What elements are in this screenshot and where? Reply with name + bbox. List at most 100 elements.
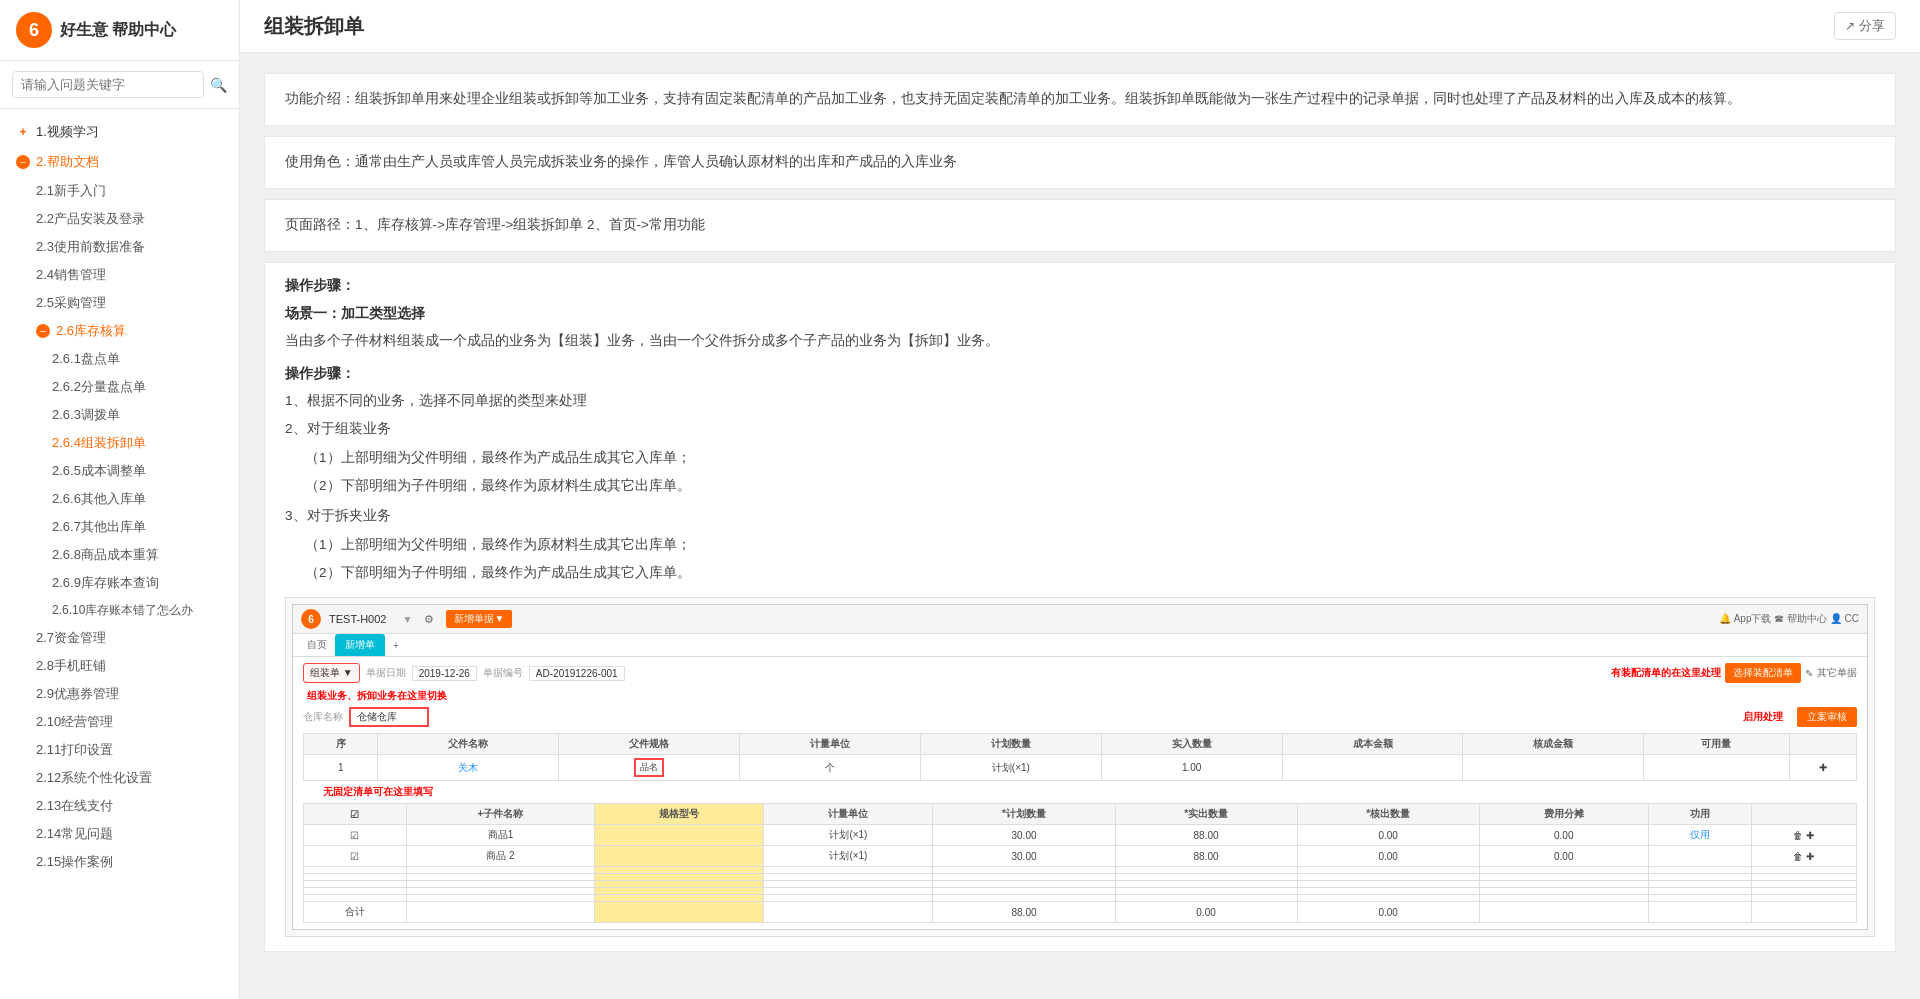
sim-lower-th-check: ☑ bbox=[304, 804, 407, 825]
sidebar-item-2-12[interactable]: 2.12系统个性化设置 bbox=[0, 764, 239, 792]
sidebar-item-2-3[interactable]: 2.3使用前数据准备 bbox=[0, 233, 239, 261]
sim-lower-th-qty1: *计划数量 bbox=[933, 804, 1115, 825]
sim-lower-table: ☑ +子件名称 规格型号 计量单位 *计划数量 *实出数量 *核出数量 费用分摊… bbox=[303, 803, 1857, 923]
sidebar-header: 6 好生意 帮助中心 bbox=[0, 0, 239, 61]
sim-th-parent-name: 父件名称 bbox=[378, 734, 559, 755]
sidebar-item-2[interactable]: − 2.帮助文档 bbox=[0, 147, 239, 177]
sidebar-item-2-7[interactable]: 2.7资金管理 bbox=[0, 624, 239, 652]
sim-lower-row-5 bbox=[304, 881, 1857, 888]
sim-lower-row-6 bbox=[304, 888, 1857, 895]
sidebar-item-2-6-7[interactable]: 2.6.7其他出库单 bbox=[0, 513, 239, 541]
sim-upper-table: 序 父件名称 父件规格 计量单位 计划数量 实入数量 成本金额 核成金额 可用量 bbox=[303, 733, 1857, 781]
sim-lower-th-qty3: *核出数量 bbox=[1297, 804, 1479, 825]
sidebar: 6 好生意 帮助中心 🔍 + 1.视频学习 − 2.帮助文档 2.1新手入门 2… bbox=[0, 0, 240, 999]
sim-other-icon: 其它单据 bbox=[1817, 666, 1857, 680]
sim-lower-row-2: ☑ 商品 2 计划(×1) 30.00 88.00 0.00 0.00 bbox=[304, 846, 1857, 867]
step3-2-text: （2）下部明细为子件明细，最终作为产成品生成其它入库单。 bbox=[285, 561, 1875, 585]
sim-annotation3-text: 启用处理 bbox=[1743, 710, 1783, 724]
sim-warehouse-input[interactable]: 仓储仓库 bbox=[349, 707, 429, 727]
sidebar-item-2-1[interactable]: 2.1新手入门 bbox=[0, 177, 239, 205]
sidebar-item-label: 1.视频学习 bbox=[36, 123, 99, 141]
sidebar-item-2-8[interactable]: 2.8手机旺铺 bbox=[0, 652, 239, 680]
sim-form-no-label: 单据编号 bbox=[483, 666, 523, 680]
sidebar-item-2-6-9[interactable]: 2.6.9库存账本查询 bbox=[0, 569, 239, 597]
sim-right-icons: 🔔 App下载 ☎ 帮助中心 👤 CC bbox=[1719, 612, 1859, 626]
sim-td-8 bbox=[1463, 755, 1644, 781]
sidebar-item-2-6-3[interactable]: 2.6.3调拨单 bbox=[0, 401, 239, 429]
sim-annotation1-area: 有装配清单的在这里处理 选择装配清单 ✎ 其它单据 bbox=[1611, 663, 1857, 683]
scene1-desc-text: 当由多个子件材料组装成一个成品的业务为【组装】业务，当由一个父件拆分成多个子产品… bbox=[285, 333, 999, 348]
sim-nav-new[interactable]: 新增单 bbox=[335, 634, 385, 656]
sidebar-item-2-6[interactable]: − 2.6库存核算 bbox=[0, 317, 239, 345]
sidebar-item-2-2[interactable]: 2.2产品安装及登录 bbox=[0, 205, 239, 233]
sim-no-value: AD-20191226-001 bbox=[529, 666, 625, 681]
sidebar-item-2-4[interactable]: 2.4销售管理 bbox=[0, 261, 239, 289]
page-path-text: 页面路径：1、库存核算->库存管理->组装拆卸单 2、首页->常用功能 bbox=[285, 217, 705, 232]
share-button[interactable]: ↗ 分享 bbox=[1834, 12, 1896, 40]
app-logo: 6 bbox=[16, 12, 52, 48]
step2-1-text: （1）上部明细为父件明细，最终作为产成品生成其它入库单； bbox=[285, 446, 1875, 470]
share-label: 分享 bbox=[1859, 17, 1885, 35]
sim-nav-home[interactable]: 自页 bbox=[301, 634, 333, 656]
sidebar-item-label: 2.帮助文档 bbox=[36, 153, 99, 171]
sim-th-actual-qty: 实入数量 bbox=[1101, 734, 1282, 755]
sim-search-row: 仓库名称 仓储仓库 启用处理 立案审核 bbox=[303, 707, 1857, 727]
func-intro-text: 功能介绍：组装拆卸单用来处理企业组装或拆卸等加工业务，支持有固定装配清单的产品加… bbox=[285, 91, 1741, 106]
sidebar-item-2-10[interactable]: 2.10经营管理 bbox=[0, 708, 239, 736]
sim-new-btn[interactable]: 新增单据▼ bbox=[446, 610, 512, 628]
use-role-text: 使用角色：通常由生产人员或库管人员完成拆装业务的操作，库管人员确认原材料的出库和… bbox=[285, 154, 957, 169]
sim-type-select-label: 组装单 ▼ bbox=[310, 667, 353, 678]
ops-steps-title: 操作步骤： bbox=[285, 277, 1875, 295]
table-row: 1 关木 品名 个 计划(×1) 1.00 bbox=[304, 755, 1857, 781]
sidebar-item-2-9[interactable]: 2.9优惠券管理 bbox=[0, 680, 239, 708]
sim-company: TEST-H002 bbox=[329, 613, 386, 625]
sim-annotation2-text: 组装业务、拆卸业务在这里切换 bbox=[303, 689, 1857, 703]
main-header: 组装拆卸单 ↗ 分享 bbox=[240, 0, 1920, 53]
sim-type-select[interactable]: 组装单 ▼ bbox=[303, 663, 360, 683]
page-path-block: 页面路径：1、库存核算->库存管理->组装拆卸单 2、首页->常用功能 bbox=[264, 199, 1896, 252]
sim-edit-icon: ✎ bbox=[1805, 668, 1813, 679]
sim-td-1: 1 bbox=[304, 755, 378, 781]
sim-td-9 bbox=[1644, 755, 1789, 781]
step1-text: 1、根据不同的业务，选择不同单据的类型来处理 bbox=[285, 389, 1875, 413]
sim-lower-row-3 bbox=[304, 867, 1857, 874]
sidebar-item-2-5[interactable]: 2.5采购管理 bbox=[0, 289, 239, 317]
sidebar-item-2-13[interactable]: 2.13在线支付 bbox=[0, 792, 239, 820]
scene1-desc: 当由多个子件材料组装成一个成品的业务为【组装】业务，当由一个父件拆分成多个子产品… bbox=[285, 329, 1875, 353]
sim-search-label: 仓库名称 bbox=[303, 710, 343, 724]
sidebar-item-2-15[interactable]: 2.15操作案例 bbox=[0, 848, 239, 876]
sim-date-value: 2019-12-26 bbox=[412, 666, 477, 681]
sidebar-item-2-14[interactable]: 2.14常见问题 bbox=[0, 820, 239, 848]
sim-td-5: 计划(×1) bbox=[920, 755, 1101, 781]
search-icon[interactable]: 🔍 bbox=[210, 77, 227, 93]
search-input[interactable] bbox=[12, 71, 204, 98]
sim-screenshot: 6 TEST-H002 ▼ ⚙ 新增单据▼ 🔔 App下载 ☎ 帮助中心 👤 C… bbox=[292, 604, 1868, 930]
sidebar-item-2-6-8[interactable]: 2.6.8商品成本重算 bbox=[0, 541, 239, 569]
sim-th-core-amount: 核成金额 bbox=[1463, 734, 1644, 755]
search-box: 🔍 bbox=[0, 61, 239, 109]
sim-enable-btn[interactable]: 立案审核 bbox=[1797, 707, 1857, 727]
sidebar-item-2-6-4[interactable]: 2.6.4组装拆卸单 bbox=[0, 429, 239, 457]
sim-logo: 6 bbox=[301, 609, 321, 629]
sim-th-seq: 序 bbox=[304, 734, 378, 755]
sim-td-2: 关木 bbox=[378, 755, 559, 781]
expand-minus-icon: − bbox=[16, 155, 30, 169]
sim-lower-row-7 bbox=[304, 895, 1857, 902]
func-intro-block: 功能介绍：组装拆卸单用来处理企业组装或拆卸等加工业务，支持有固定装配清单的产品加… bbox=[264, 73, 1896, 126]
sim-form-area: 组装单 ▼ 单据日期 2019-12-26 单据编号 AD-20191226-0… bbox=[293, 657, 1867, 929]
sidebar-item-2-6-10[interactable]: 2.6.10库存账本错了怎么办 bbox=[0, 597, 239, 624]
sim-td-4: 个 bbox=[740, 755, 921, 781]
sim-config-btn[interactable]: 选择装配清单 bbox=[1725, 663, 1801, 683]
sim-lower-th-qty4: 费用分摊 bbox=[1479, 804, 1648, 825]
sidebar-item-2-6-1[interactable]: 2.6.1盘点单 bbox=[0, 345, 239, 373]
sim-lower-th-unit2: 计量单位 bbox=[764, 804, 933, 825]
sidebar-item-2-11[interactable]: 2.11打印设置 bbox=[0, 736, 239, 764]
sim-lower-th-qty2: *实出数量 bbox=[1115, 804, 1297, 825]
sidebar-item-2-6-6[interactable]: 2.6.6其他入库单 bbox=[0, 485, 239, 513]
sim-lower-th-op: 功用 bbox=[1648, 804, 1751, 825]
sidebar-item-2-6-2[interactable]: 2.6.2分量盘点单 bbox=[0, 373, 239, 401]
sim-td-7 bbox=[1282, 755, 1463, 781]
sidebar-item-2-6-5[interactable]: 2.6.5成本调整单 bbox=[0, 457, 239, 485]
sim-lower-row-1: ☑ 商品1 计划(×1) 30.00 88.00 0.00 0.00 仅用 bbox=[304, 825, 1857, 846]
sidebar-item-1[interactable]: + 1.视频学习 bbox=[0, 117, 239, 147]
